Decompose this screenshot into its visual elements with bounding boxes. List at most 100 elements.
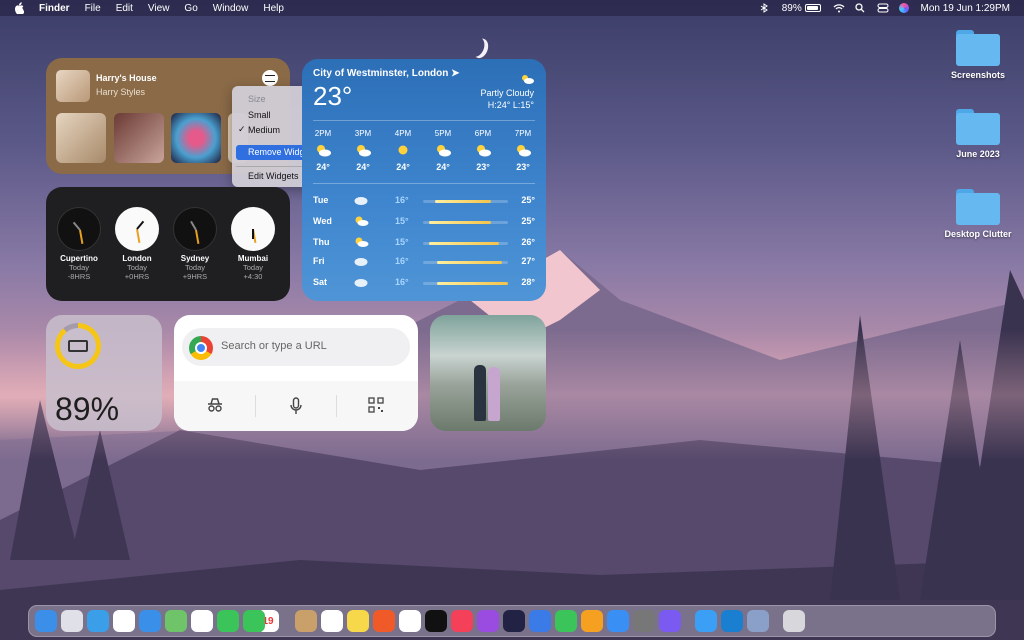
album-cover[interactable] <box>56 70 90 102</box>
dock-mail-icon[interactable] <box>139 610 161 632</box>
person-figure <box>474 365 486 421</box>
edit-widgets-option[interactable]: Edit Widgets <box>248 171 299 181</box>
hour-temp: 23° <box>516 162 530 172</box>
dock-maps-icon[interactable] <box>165 610 187 632</box>
chrome-search-widget[interactable]: Search or type a URL <box>174 315 418 431</box>
dock-facetime-icon[interactable] <box>243 610 265 632</box>
clock-city: Sydney <box>180 254 210 263</box>
forecast-day: Fri <box>313 256 325 266</box>
sun-cloud-icon <box>506 143 540 159</box>
desktop-folder-june-2023[interactable]: June 2023 <box>938 109 1018 159</box>
dock-podcasts-icon[interactable] <box>477 610 499 632</box>
battery-status[interactable]: 89% <box>782 3 821 14</box>
dock-reminders-icon[interactable] <box>321 610 343 632</box>
weather-widget[interactable]: City of Westminster, London ➤ 23° Partly… <box>302 59 546 301</box>
search-placeholder[interactable]: Search or type a URL <box>221 340 327 352</box>
dock-photos-icon[interactable] <box>191 610 213 632</box>
hour-time: 7PM <box>514 129 532 138</box>
dock-edge-icon[interactable] <box>721 610 743 632</box>
dock-brave-icon[interactable] <box>373 610 395 632</box>
sun-cloud-icon <box>346 143 380 159</box>
dock-contacts-icon[interactable] <box>295 610 317 632</box>
hourly-forecast: 5PM 24° <box>426 129 460 172</box>
apple-menu-icon[interactable] <box>14 2 25 15</box>
dock-finder-icon[interactable] <box>35 610 57 632</box>
temp-range-bar <box>435 200 491 203</box>
world-clock-widget[interactable]: Cupertino Today -8HRS London Today +0HRS… <box>46 187 290 301</box>
weather-divider <box>313 183 535 184</box>
hourly-forecast: 6PM 23° <box>466 129 500 172</box>
size-small-option[interactable]: Small <box>248 110 271 120</box>
menu-help[interactable]: Help <box>263 3 284 14</box>
clock-sydney[interactable]: Sydney Today +9HRS <box>172 207 218 281</box>
dock-launchpad-icon[interactable] <box>61 610 83 632</box>
control-center-icon[interactable] <box>877 3 888 13</box>
clock-cupertino[interactable]: Cupertino Today -8HRS <box>56 207 102 281</box>
dock-tv-icon[interactable] <box>425 610 447 632</box>
weather-condition-block: Partly Cloudy H:24° L:15° <box>480 87 534 111</box>
folder-icon <box>956 109 1000 145</box>
cloud-icon <box>353 255 369 269</box>
clock-mumbai[interactable]: Mumbai Today +4:30 <box>230 207 276 281</box>
hour-time: 3PM <box>354 129 372 138</box>
sun-icon <box>386 143 420 159</box>
siri-icon[interactable] <box>898 3 909 13</box>
dock-intellij-icon[interactable] <box>503 610 525 632</box>
clock-datetime[interactable]: Mon 19 Jun 1:29PM <box>921 3 1011 14</box>
menu-edit[interactable]: Edit <box>116 3 133 14</box>
desktop-folder-screenshots[interactable]: Screenshots <box>938 30 1018 80</box>
clock-city: London <box>122 254 152 263</box>
microphone-icon[interactable] <box>287 397 305 415</box>
hour-temp: 24° <box>356 162 370 172</box>
dock-weather-icon[interactable] <box>695 610 717 632</box>
clock-city: Mumbai <box>237 254 269 263</box>
spotlight-search-icon[interactable] <box>854 3 865 13</box>
dock-music-icon[interactable] <box>451 610 473 632</box>
qr-code-icon[interactable] <box>367 397 385 415</box>
dock-trash-icon[interactable] <box>783 610 805 632</box>
weather-temperature: 23° <box>313 81 353 111</box>
dock-chrome-icon[interactable] <box>113 610 135 632</box>
clock-london[interactable]: London Today +0HRS <box>114 207 160 281</box>
temp-range-bar <box>437 261 502 264</box>
wifi-icon[interactable] <box>833 3 844 13</box>
hourly-forecast: 3PM 24° <box>346 129 380 172</box>
recent-album-2[interactable] <box>114 113 164 163</box>
recent-album-3[interactable] <box>171 113 221 163</box>
dock-app-store-icon[interactable] <box>607 610 629 632</box>
dock-messages-icon[interactable] <box>217 610 239 632</box>
size-medium-option[interactable]: Medium <box>248 125 280 135</box>
clock-offset: -8HRS <box>67 272 91 281</box>
incognito-icon[interactable] <box>206 397 224 415</box>
desktop-folder-desktop-clutter[interactable]: Desktop Clutter <box>938 189 1018 239</box>
dock-notes-icon[interactable] <box>347 610 369 632</box>
dock-safari-icon[interactable] <box>87 610 109 632</box>
dock-preview-icon[interactable] <box>747 610 769 632</box>
daily-forecast-row: Wed 15° 25° <box>313 215 535 229</box>
dock-system-settings-icon[interactable] <box>633 610 655 632</box>
hour-temp: 23° <box>476 162 490 172</box>
menu-app-name[interactable]: Finder <box>39 3 70 14</box>
menu-view[interactable]: View <box>148 3 170 14</box>
dock-freeform-icon[interactable] <box>399 610 421 632</box>
folder-label: June 2023 <box>956 149 1000 159</box>
bluetooth-icon[interactable] <box>760 3 770 13</box>
cloud-icon <box>353 194 369 208</box>
battery-widget[interactable]: 89% <box>46 315 162 431</box>
spotify-icon <box>262 70 278 86</box>
clock-offset: +9HRS <box>182 272 208 281</box>
dock-keynote-icon[interactable] <box>529 610 551 632</box>
photos-widget[interactable] <box>430 315 546 431</box>
recent-album-1[interactable] <box>56 113 106 163</box>
clock-day: Today <box>184 263 205 272</box>
menu-window[interactable]: Window <box>213 3 249 14</box>
dock-pages-icon[interactable] <box>581 610 603 632</box>
forecast-day: Tue <box>313 195 329 205</box>
location-arrow-icon: ➤ <box>451 68 460 79</box>
dock-numbers-icon[interactable] <box>555 610 577 632</box>
dock-screen-sharing-icon[interactable] <box>659 610 681 632</box>
forecast-low: 15° <box>395 216 409 226</box>
menu-file[interactable]: File <box>85 3 101 14</box>
menu-go[interactable]: Go <box>184 3 197 14</box>
sun-cloud-icon <box>426 143 460 159</box>
